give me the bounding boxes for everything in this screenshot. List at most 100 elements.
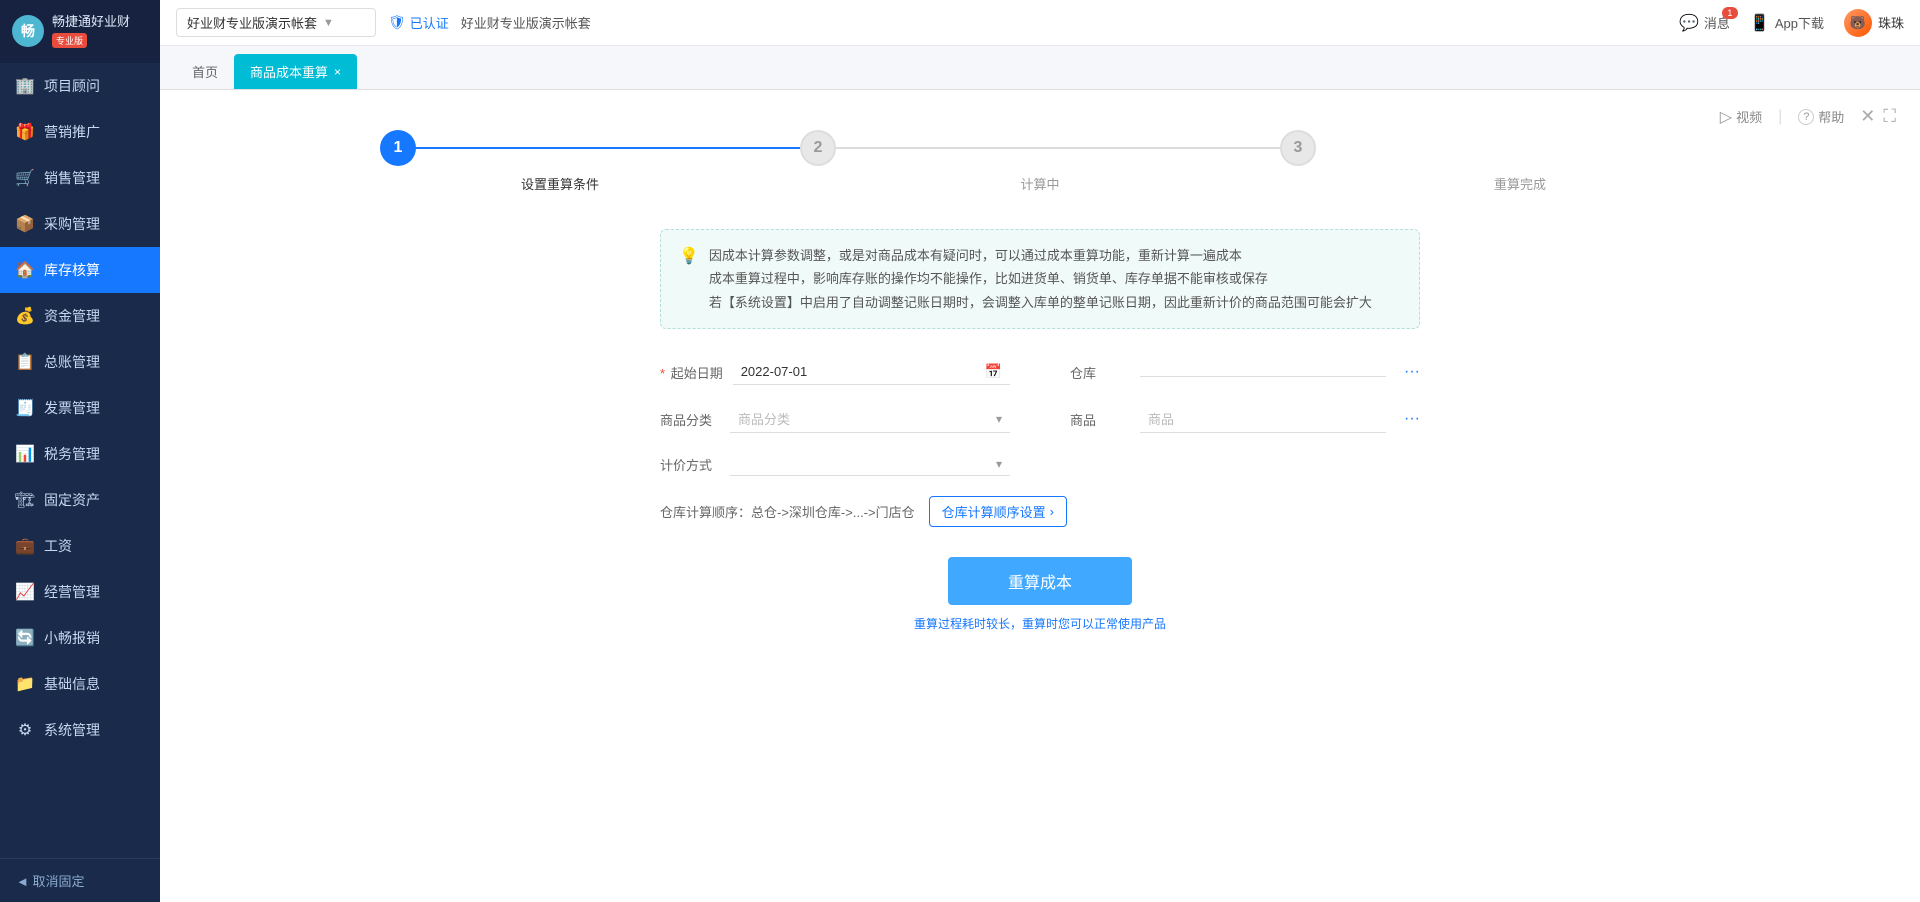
- category-placeholder: 商品分类: [738, 409, 996, 428]
- price-select[interactable]: ▾: [730, 453, 1010, 476]
- help-label: 帮助: [1818, 107, 1844, 126]
- sidebar: 畅 畅捷通好业财 专业版 🏢 项目顾问 🎁 营销推广 🛒 销售管理 📦 采购管理…: [0, 0, 160, 902]
- sidebar-item-label: 销售管理: [44, 168, 100, 188]
- info-text: 因成本计算参数调整，或是对商品成本有疑问时，可以通过成本重算功能，重新计算一遍成…: [709, 244, 1372, 314]
- sidebar-item-tax[interactable]: 📊 税务管理: [0, 431, 160, 477]
- avatar: 🐻: [1844, 9, 1872, 37]
- sidebar-item-sales[interactable]: 🛒 销售管理: [0, 155, 160, 201]
- sidebar-item-salary[interactable]: 💼 工资: [0, 523, 160, 569]
- sidebar-item-label: 基础信息: [44, 674, 100, 694]
- account-selector[interactable]: 好业财专业版演示帐套 ▼: [176, 8, 376, 37]
- step-3-number: 3: [1294, 139, 1303, 157]
- basic-icon: 📁: [16, 675, 34, 693]
- phone-icon: 📱: [1750, 13, 1770, 33]
- sidebar-item-basic[interactable]: 📁 基础信息: [0, 661, 160, 707]
- sales-icon: 🛒: [16, 169, 34, 187]
- salary-icon: 💼: [16, 537, 34, 555]
- chevron-down-icon: ▼: [323, 17, 334, 29]
- sidebar-item-expense[interactable]: 🔄 小畅报销: [0, 615, 160, 661]
- help-button[interactable]: ? 帮助: [1798, 107, 1844, 126]
- sidebar-item-label: 营销推广: [44, 122, 100, 142]
- goods-label: 商品: [1070, 410, 1130, 429]
- chevron-down-icon: ▾: [996, 412, 1002, 426]
- sidebar-item-project[interactable]: 🏢 项目顾问: [0, 63, 160, 109]
- shield-icon: 🛡: [388, 14, 406, 31]
- topbar-account-display: 好业财专业版演示帐套: [461, 13, 591, 32]
- warehouse-order-label: 仓库计算顺序：总仓->深圳仓库->...->门店仓: [660, 502, 915, 521]
- steps-progress: 1 设置重算条件 2 计算中 3: [220, 130, 1860, 193]
- messages-badge: 1: [1722, 7, 1738, 19]
- sidebar-item-label: 工资: [44, 536, 72, 556]
- sidebar-item-invoice[interactable]: 🧾 发票管理: [0, 385, 160, 431]
- operations-icon: 📈: [16, 583, 34, 601]
- sidebar-item-purchase[interactable]: 📦 采购管理: [0, 201, 160, 247]
- content-controls: ▷ 视频 | ? 帮助 ✕ ⛶: [1720, 106, 1896, 127]
- sidebar-item-system[interactable]: ⚙ 系统管理: [0, 707, 160, 753]
- sidebar-item-assets[interactable]: 🏗 固定资产: [0, 477, 160, 523]
- calendar-icon[interactable]: 📅: [985, 363, 1002, 380]
- category-row: 商品分类 商品分类 ▾: [660, 405, 1010, 433]
- sidebar-item-finance[interactable]: 💰 资金管理: [0, 293, 160, 339]
- info-line-3: 若【系统设置】中启用了自动调整记账日期时，会调整入库单的整单记账日期，因此重新计…: [709, 291, 1372, 314]
- topbar: 好业财专业版演示帐套 ▼ 🛡 已认证 好业财专业版演示帐套 💬 消息 1 📱 A…: [160, 0, 1920, 46]
- assets-icon: 🏗: [16, 491, 34, 509]
- finance-icon: 💰: [16, 307, 34, 325]
- sidebar-item-label: 税务管理: [44, 444, 100, 464]
- tab-recalc-label: 商品成本重算: [250, 62, 328, 81]
- start-date-label: * 起始日期: [660, 363, 723, 382]
- sidebar-item-label: 总账管理: [44, 352, 100, 372]
- tab-home[interactable]: 首页: [176, 54, 234, 89]
- video-button[interactable]: ▷ 视频: [1720, 107, 1762, 127]
- expense-icon: 🔄: [16, 629, 34, 647]
- info-box: 💡 因成本计算参数调整，或是对商品成本有疑问时，可以通过成本重算功能，重新计算一…: [660, 229, 1420, 329]
- app-download-button[interactable]: 📱 App下载: [1750, 13, 1824, 33]
- logo-title: 畅捷通好业财: [52, 14, 130, 31]
- step-2-line: [836, 147, 1280, 149]
- warehouse-label: 仓库: [1070, 363, 1130, 382]
- warehouse-input[interactable]: [1140, 368, 1386, 377]
- sidebar-item-accounting[interactable]: 📋 总账管理: [0, 339, 160, 385]
- step-1-label: 设置重算条件: [521, 174, 599, 193]
- warehouse-dots-button[interactable]: ···: [1404, 363, 1420, 381]
- goods-input[interactable]: 商品: [1140, 405, 1386, 433]
- messages-button[interactable]: 💬 消息 1: [1679, 13, 1730, 33]
- warehouse-order-settings-button[interactable]: 仓库计算顺序设置 ›: [929, 496, 1067, 527]
- user-menu[interactable]: 🐻 珠珠: [1844, 9, 1904, 37]
- step-3-label: 重算完成: [1494, 174, 1546, 193]
- step-3-circle: 3: [1280, 130, 1316, 166]
- step-1-line: [416, 147, 800, 149]
- warehouse-order-row: 仓库计算顺序：总仓->深圳仓库->...->门店仓 仓库计算顺序设置 ›: [660, 496, 1420, 527]
- invoice-icon: 🧾: [16, 399, 34, 417]
- account-name: 好业财专业版演示帐套: [187, 13, 317, 32]
- category-select[interactable]: 商品分类 ▾: [730, 405, 1010, 433]
- goods-dots-button[interactable]: ···: [1404, 410, 1420, 428]
- tab-recalc[interactable]: 商品成本重算 ×: [234, 54, 357, 89]
- sidebar-item-label: 库存核算: [44, 260, 100, 280]
- tax-icon: 📊: [16, 445, 34, 463]
- expand-button[interactable]: ⛶: [1883, 106, 1896, 127]
- sidebar-item-label: 项目顾问: [44, 76, 100, 96]
- close-button[interactable]: ✕: [1860, 106, 1875, 127]
- tab-close-icon[interactable]: ×: [334, 65, 341, 79]
- sidebar-item-marketing[interactable]: 🎁 营销推广: [0, 109, 160, 155]
- step-1-circle: 1: [380, 130, 416, 166]
- verified-text: 已认证: [410, 13, 449, 32]
- recalculate-button[interactable]: 重算成本: [948, 557, 1132, 605]
- sidebar-item-label: 经营管理: [44, 582, 100, 602]
- sidebar-item-label: 小畅报销: [44, 628, 100, 648]
- content-area: ▷ 视频 | ? 帮助 ✕ ⛶ 1: [160, 90, 1920, 902]
- main-area: 好业财专业版演示帐套 ▼ 🛡 已认证 好业财专业版演示帐套 💬 消息 1 📱 A…: [160, 0, 1920, 902]
- sidebar-item-inventory[interactable]: 🏠 库存核算: [0, 247, 160, 293]
- sidebar-item-label: 固定资产: [44, 490, 100, 510]
- info-line-2: 成本重算过程中，影响库存账的操作均不能操作，比如进货单、销货单、库存单据不能审核…: [709, 267, 1372, 290]
- sidebar-item-operations[interactable]: 📈 经营管理: [0, 569, 160, 615]
- step-2-label: 计算中: [1020, 174, 1059, 193]
- app-download-label: App下载: [1775, 13, 1824, 32]
- sidebar-unpin-button[interactable]: ◄ 取消固定: [0, 858, 160, 902]
- recalculate-hint: 重算过程耗时较长，重算时您可以正常使用产品: [914, 615, 1166, 632]
- system-icon: ⚙: [16, 721, 34, 739]
- window-controls: ✕ ⛶: [1860, 106, 1896, 127]
- start-date-input[interactable]: 2022-07-01 📅: [733, 359, 1010, 385]
- project-icon: 🏢: [16, 77, 34, 95]
- step-1: 1 设置重算条件: [320, 130, 800, 193]
